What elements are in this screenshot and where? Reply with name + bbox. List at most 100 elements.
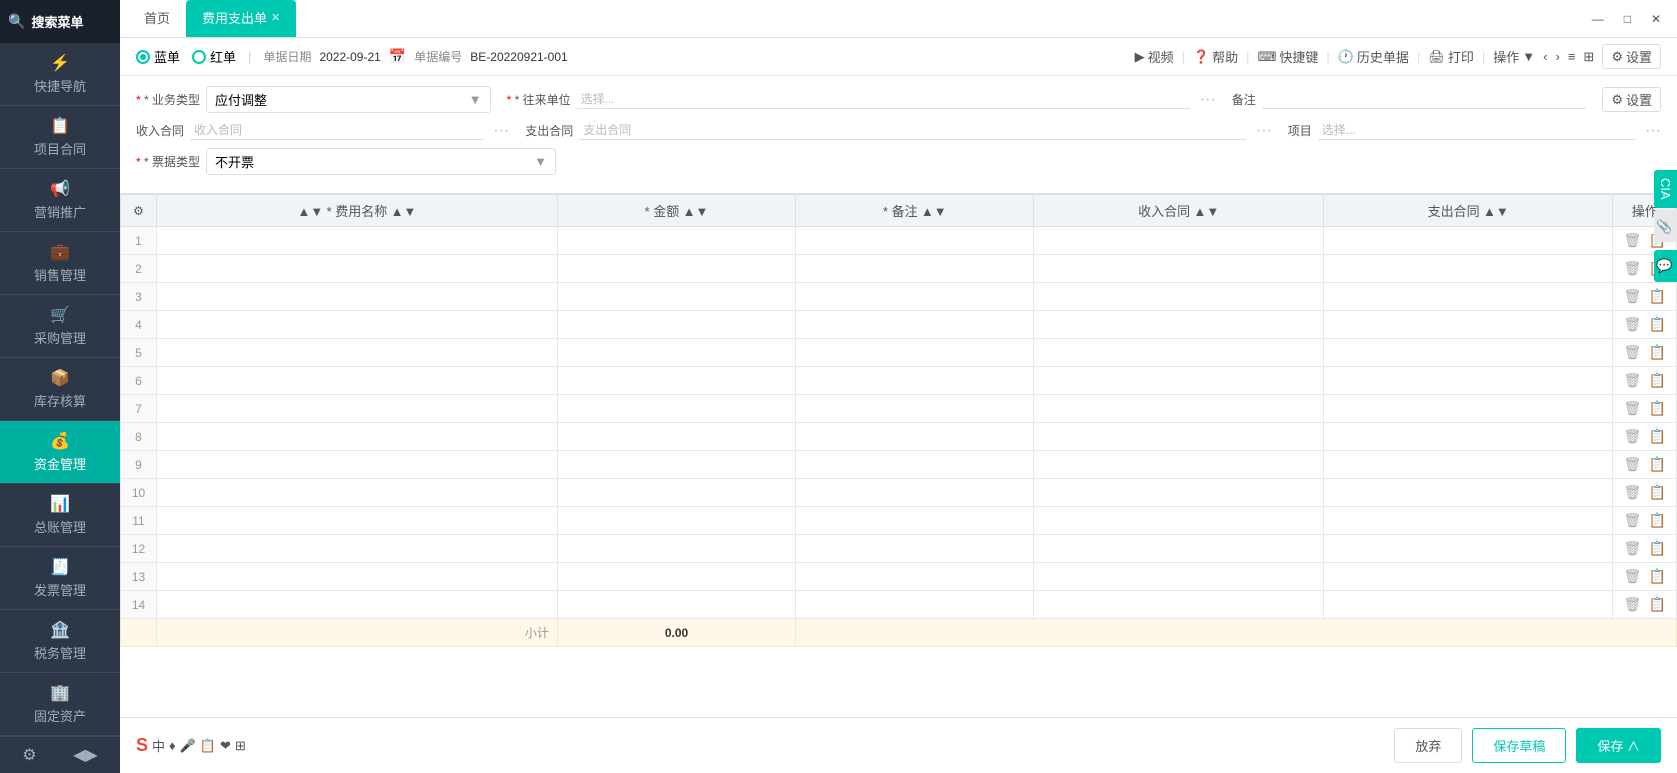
cell-expense-contract-7[interactable]	[1323, 395, 1613, 423]
copy-icon-12[interactable]: 📋	[1649, 540, 1666, 556]
cell-amount-2[interactable]	[557, 255, 795, 283]
invoice-type-select[interactable]: 不开票 ▼	[206, 148, 556, 175]
cell-amount-12[interactable]	[557, 535, 795, 563]
delete-icon-11[interactable]: 🗑	[1623, 512, 1641, 528]
cell-remark-7[interactable]	[796, 395, 1034, 423]
sidebar-item-fund-mgmt[interactable]: 💰资金管理	[0, 421, 120, 484]
tab-expense-sheet[interactable]: 费用支出单 ✕	[186, 0, 296, 37]
cell-remark-3[interactable]	[796, 283, 1034, 311]
tab-home[interactable]: 首页	[128, 0, 186, 37]
cell-amount-9[interactable]	[557, 451, 795, 479]
cell-expense-name-8[interactable]	[157, 423, 558, 451]
cell-remark-11[interactable]	[796, 507, 1034, 535]
cell-amount-8[interactable]	[557, 423, 795, 451]
cell-amount-4[interactable]	[557, 311, 795, 339]
delete-icon-13[interactable]: 🗑	[1623, 568, 1641, 584]
cell-expense-contract-11[interactable]	[1323, 507, 1613, 535]
discard-btn[interactable]: 放弃	[1394, 728, 1462, 763]
sidebar-header[interactable]: 🔍 搜索菜单	[0, 0, 120, 43]
logo-icon1[interactable]: ♦	[169, 738, 176, 753]
copy-icon-5[interactable]: 📋	[1649, 344, 1666, 360]
delete-icon-1[interactable]: 🗑	[1623, 232, 1641, 248]
delete-icon-3[interactable]: 🗑	[1623, 288, 1641, 304]
settings-icon[interactable]: ⚙	[22, 745, 36, 765]
tab-close-icon[interactable]: ✕	[271, 11, 280, 24]
copy-icon-8[interactable]: 📋	[1649, 428, 1666, 444]
sidebar-item-tax-mgmt[interactable]: 🏦税务管理	[0, 610, 120, 673]
cell-expense-name-6[interactable]	[157, 367, 558, 395]
cell-remark-4[interactable]	[796, 311, 1034, 339]
cell-expense-contract-5[interactable]	[1323, 339, 1613, 367]
cell-income-contract-2[interactable]	[1034, 255, 1323, 283]
right-float-tab-cia[interactable]: CIA	[1654, 170, 1677, 208]
project-more-icon[interactable]: ···	[1645, 122, 1661, 140]
action-history[interactable]: 🕐 历史单据	[1338, 47, 1409, 66]
calendar-icon[interactable]: 📅	[389, 48, 406, 65]
cell-income-contract-1[interactable]	[1034, 227, 1323, 255]
action-print[interactable]: 🖨 打印	[1428, 47, 1474, 66]
copy-icon-14[interactable]: 📋	[1649, 596, 1666, 612]
col-settings[interactable]: ⚙	[121, 195, 157, 227]
cell-expense-name-5[interactable]	[157, 339, 558, 367]
save-draft-btn[interactable]: 保存草稿	[1472, 728, 1566, 763]
window-minimize-btn[interactable]: —	[1584, 8, 1612, 30]
income-contract-more-icon[interactable]: ···	[493, 122, 509, 140]
cell-expense-contract-13[interactable]	[1323, 563, 1613, 591]
expense-contract-input[interactable]	[579, 121, 1246, 140]
copy-icon-10[interactable]: 📋	[1649, 484, 1666, 500]
cell-income-contract-5[interactable]	[1034, 339, 1323, 367]
cell-amount-10[interactable]	[557, 479, 795, 507]
sidebar-item-quick-nav[interactable]: ⚡快捷导航	[0, 43, 120, 106]
cell-expense-name-14[interactable]	[157, 591, 558, 619]
action-help[interactable]: ❓ 帮助	[1193, 47, 1238, 66]
right-float-tab-2[interactable]: 📎	[1654, 210, 1677, 242]
copy-icon-13[interactable]: 📋	[1649, 568, 1666, 584]
cell-expense-contract-14[interactable]	[1323, 591, 1613, 619]
copy-icon-4[interactable]: 📋	[1649, 316, 1666, 332]
cell-expense-name-11[interactable]	[157, 507, 558, 535]
nav-left-btn[interactable]: ‹	[1543, 49, 1547, 64]
cell-expense-contract-1[interactable]	[1323, 227, 1613, 255]
cell-expense-contract-8[interactable]	[1323, 423, 1613, 451]
delete-icon-5[interactable]: 🗑	[1623, 344, 1641, 360]
nav-right-btn[interactable]: ›	[1555, 49, 1559, 64]
logo-icon2[interactable]: 🎤	[180, 738, 196, 754]
expense-contract-more-icon[interactable]: ···	[1256, 122, 1272, 140]
cell-remark-14[interactable]	[796, 591, 1034, 619]
right-float-tab-3[interactable]: 💬	[1654, 250, 1677, 282]
radio-red[interactable]: 红单	[192, 47, 236, 66]
delete-icon-2[interactable]: 🗑	[1623, 260, 1641, 276]
cell-remark-13[interactable]	[796, 563, 1034, 591]
cell-expense-name-10[interactable]	[157, 479, 558, 507]
cell-amount-7[interactable]	[557, 395, 795, 423]
remark-input[interactable]	[1262, 90, 1587, 109]
view-grid-btn[interactable]: ⊞	[1583, 49, 1594, 65]
cell-amount-14[interactable]	[557, 591, 795, 619]
window-maximize-btn[interactable]: □	[1616, 8, 1639, 30]
radio-blue[interactable]: 蓝单	[136, 47, 180, 66]
action-shortcut[interactable]: ⌨ 快捷键	[1258, 47, 1319, 66]
cell-remark-2[interactable]	[796, 255, 1034, 283]
cell-expense-contract-2[interactable]	[1323, 255, 1613, 283]
view-list-btn[interactable]: ≡	[1568, 49, 1576, 64]
cell-amount-5[interactable]	[557, 339, 795, 367]
copy-icon-6[interactable]: 📋	[1649, 372, 1666, 388]
copy-icon-7[interactable]: 📋	[1649, 400, 1666, 416]
cell-expense-name-3[interactable]	[157, 283, 558, 311]
sidebar-item-fixed-assets[interactable]: 🏢固定资产	[0, 673, 120, 736]
cell-remark-10[interactable]	[796, 479, 1034, 507]
cell-remark-9[interactable]	[796, 451, 1034, 479]
counterpart-input[interactable]	[577, 90, 1190, 109]
cell-amount-13[interactable]	[557, 563, 795, 591]
project-input[interactable]	[1318, 121, 1635, 140]
cell-income-contract-3[interactable]	[1034, 283, 1323, 311]
business-type-select[interactable]: 应付调整 ▼	[206, 86, 491, 113]
copy-icon-3[interactable]: 📋	[1649, 288, 1666, 304]
delete-icon-6[interactable]: 🗑	[1623, 372, 1641, 388]
counterpart-more-icon[interactable]: ···	[1200, 91, 1216, 109]
cell-expense-contract-12[interactable]	[1323, 535, 1613, 563]
cell-remark-5[interactable]	[796, 339, 1034, 367]
cell-remark-12[interactable]	[796, 535, 1034, 563]
cell-amount-3[interactable]	[557, 283, 795, 311]
settings-btn[interactable]: ⚙ 设置	[1602, 44, 1661, 69]
